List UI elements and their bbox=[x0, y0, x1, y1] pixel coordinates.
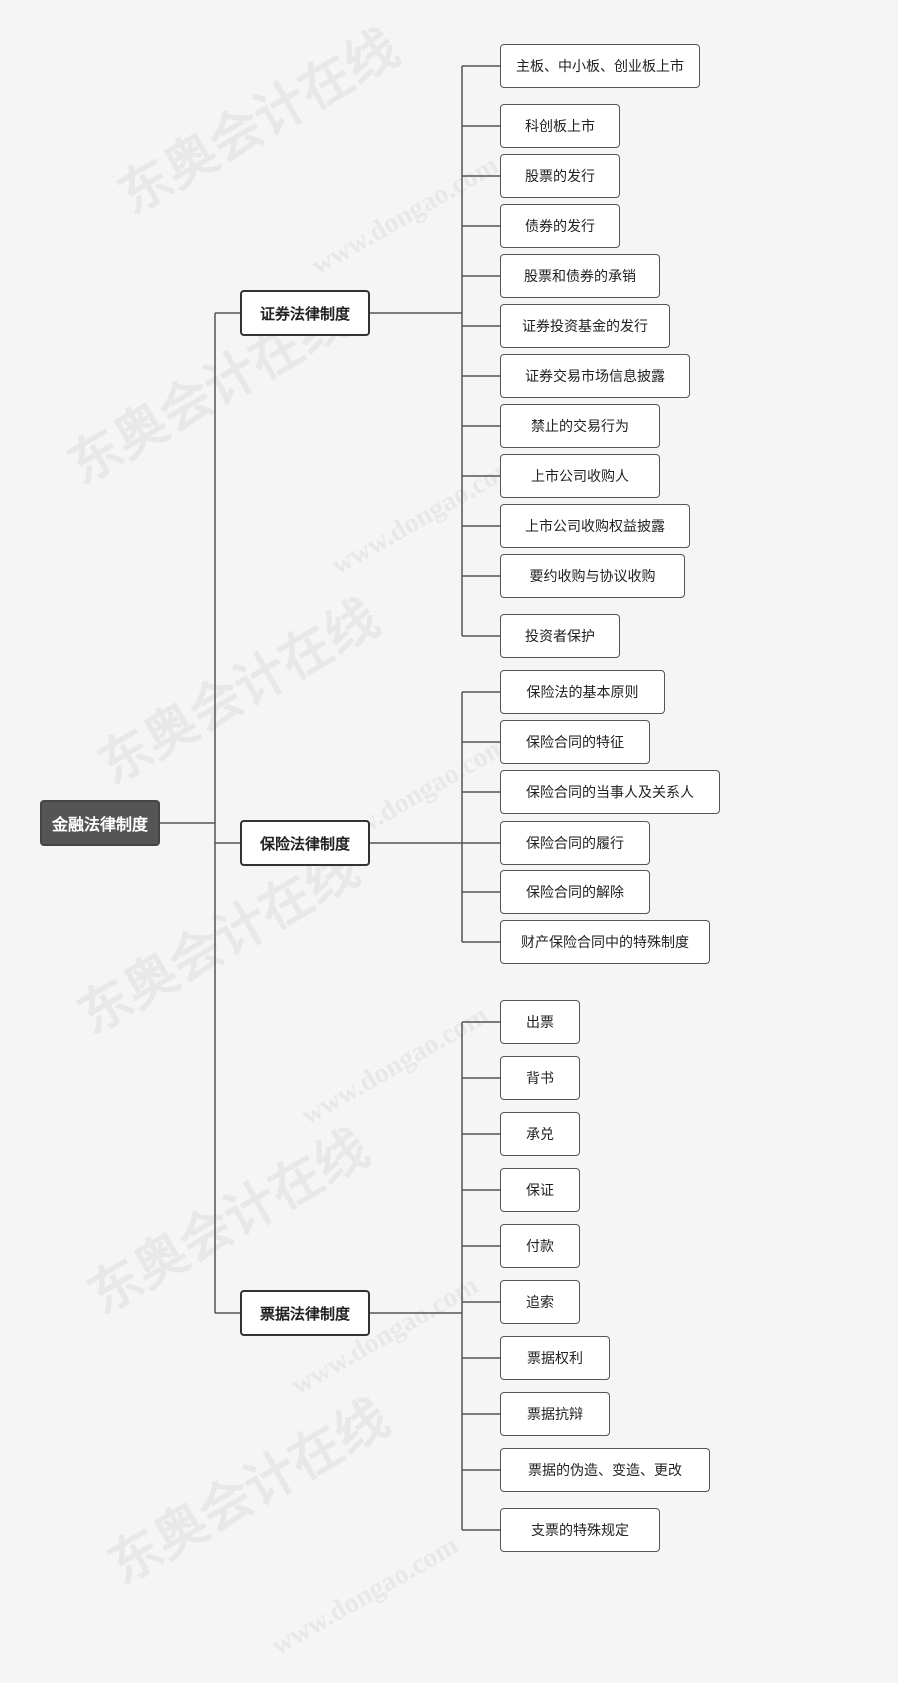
leaf-node: 承兑 bbox=[500, 1112, 580, 1156]
leaf-node: 保险合同的当事人及关系人 bbox=[500, 770, 720, 814]
leaf-node: 股票的发行 bbox=[500, 154, 620, 198]
leaf-node: 保险合同的履行 bbox=[500, 821, 650, 865]
leaf-node: 主板、中小板、创业板上市 bbox=[500, 44, 700, 88]
leaf-node: 票据抗辩 bbox=[500, 1392, 610, 1436]
leaf-node: 保险法的基本原则 bbox=[500, 670, 665, 714]
leaf-node: 证券投资基金的发行 bbox=[500, 304, 670, 348]
leaf-node: 票据权利 bbox=[500, 1336, 610, 1380]
root-node: 金融法律制度 bbox=[40, 800, 160, 846]
leaf-node: 投资者保护 bbox=[500, 614, 620, 658]
leaf-node: 出票 bbox=[500, 1000, 580, 1044]
leaf-node: 财产保险合同中的特殊制度 bbox=[500, 920, 710, 964]
mind-map-diagram: 东奥会计在线 www.dongao.com 东奥会计在线 www.dongao.… bbox=[0, 0, 898, 1683]
mid-node-securities: 证券法律制度 bbox=[240, 290, 370, 336]
leaf-node: 上市公司收购权益披露 bbox=[500, 504, 690, 548]
leaf-node: 背书 bbox=[500, 1056, 580, 1100]
leaf-node: 票据的伪造、变造、更改 bbox=[500, 1448, 710, 1492]
leaf-node: 保证 bbox=[500, 1168, 580, 1212]
leaf-node: 股票和债券的承销 bbox=[500, 254, 660, 298]
leaf-node: 科创板上市 bbox=[500, 104, 620, 148]
leaf-node: 保险合同的解除 bbox=[500, 870, 650, 914]
leaf-node: 保险合同的特征 bbox=[500, 720, 650, 764]
mid-node-insurance: 保险法律制度 bbox=[240, 820, 370, 866]
leaf-node: 支票的特殊规定 bbox=[500, 1508, 660, 1552]
leaf-node: 要约收购与协议收购 bbox=[500, 554, 685, 598]
leaf-node: 追索 bbox=[500, 1280, 580, 1324]
leaf-node: 禁止的交易行为 bbox=[500, 404, 660, 448]
leaf-node: 付款 bbox=[500, 1224, 580, 1268]
leaf-node: 证券交易市场信息披露 bbox=[500, 354, 690, 398]
leaf-node: 上市公司收购人 bbox=[500, 454, 660, 498]
mid-node-bills: 票据法律制度 bbox=[240, 1290, 370, 1336]
leaf-node: 债券的发行 bbox=[500, 204, 620, 248]
